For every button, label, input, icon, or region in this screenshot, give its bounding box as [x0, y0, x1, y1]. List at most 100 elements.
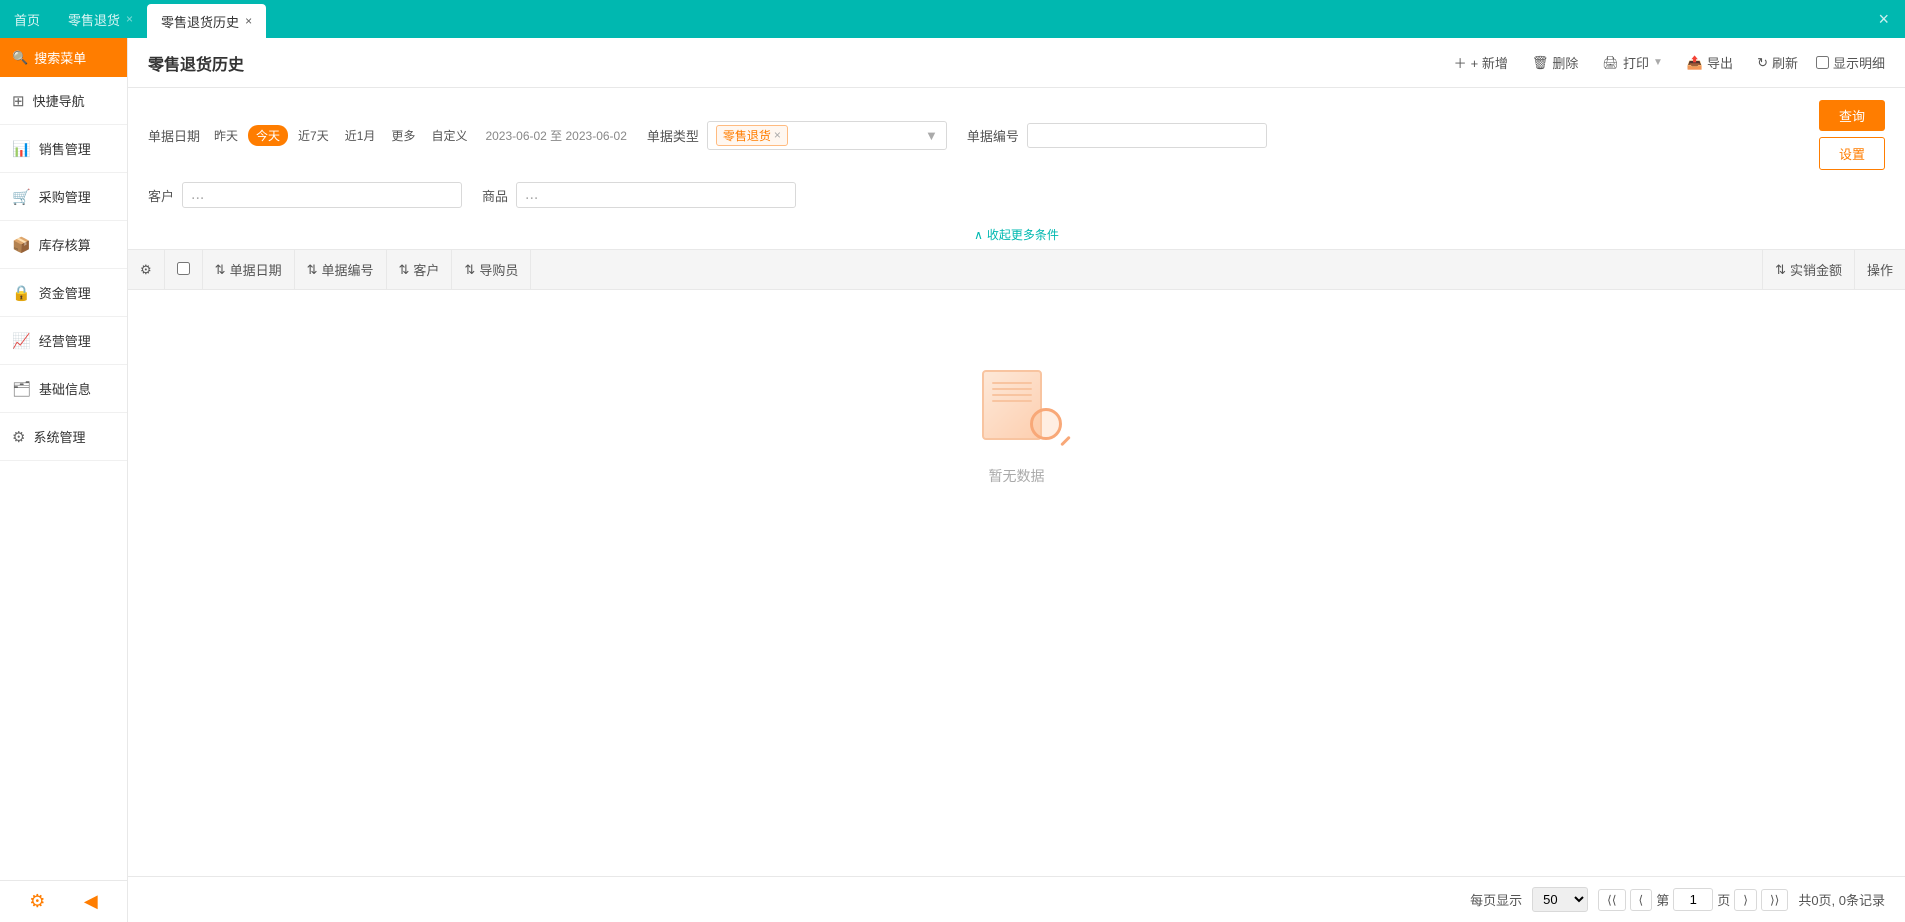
export-icon: 📤 — [1687, 55, 1703, 71]
date-opt-custom[interactable]: 自定义 — [425, 125, 473, 146]
tab-retail-return-close[interactable]: × — [126, 12, 133, 26]
page-nav: ⟨⟨ ⟨ 第 页 ⟩ ⟩⟩ — [1598, 888, 1788, 911]
sidebar-search[interactable]: 🔍 搜索菜单 — [0, 38, 127, 77]
sort-icon-guide: ⇅ — [464, 262, 475, 278]
print-button[interactable]: 🖨 打印 ▼ — [1596, 49, 1668, 76]
th-customer-label: 客户 — [413, 260, 439, 279]
export-button[interactable]: 📤 导出 — [1681, 49, 1739, 76]
sidebar-item-system[interactable]: ⚙ 系统管理 — [0, 413, 127, 461]
customer-label: 客户 — [148, 186, 174, 205]
th-guide-label: 导购员 — [479, 260, 518, 279]
goods-select[interactable]: ... — [516, 182, 796, 208]
sidebar-item-inventory[interactable]: 📦 库存核算 — [0, 221, 127, 269]
column-settings-icon[interactable]: ⚙ — [140, 262, 152, 278]
setting-button[interactable]: 设置 — [1819, 137, 1885, 170]
th-checkbox[interactable] — [164, 250, 202, 290]
sidebar-item-basic-label: 基础信息 — [39, 379, 91, 398]
operation-icon: 📈 — [12, 332, 31, 350]
tab-retail-return-label: 零售退货 — [68, 10, 120, 29]
first-page-button[interactable]: ⟨⟨ — [1598, 889, 1625, 911]
print-label: 打印 — [1623, 53, 1649, 72]
filter-doc-type: 单据类型 零售退货 × ▼ — [647, 121, 947, 150]
tab-home[interactable]: 首页 — [0, 0, 54, 38]
sidebar-item-finance-label: 资金管理 — [39, 283, 91, 302]
date-opt-yesterday[interactable]: 昨天 — [208, 125, 244, 146]
refresh-label: 刷新 — [1772, 53, 1798, 72]
collapse-filter-button[interactable]: ∧ 收起更多条件 — [148, 220, 1885, 249]
sidebar-search-label: 搜索菜单 — [34, 48, 86, 67]
table-area: ⚙ ⇅ 单据日期 — [128, 250, 1905, 876]
th-settings[interactable]: ⚙ — [128, 250, 164, 290]
export-label: 导出 — [1707, 53, 1733, 72]
sort-icon-customer: ⇅ — [399, 262, 410, 278]
empty-magnifier-shape — [1030, 408, 1062, 440]
empty-state: 暂无数据 — [128, 290, 1905, 566]
date-opt-7days[interactable]: 近7天 — [292, 125, 335, 146]
tab-retail-return[interactable]: 零售退货 × — [54, 0, 147, 38]
query-button[interactable]: 查询 — [1819, 100, 1885, 131]
content-area: 零售退货历史 ＋ + 新增 🗑 删除 🖨 打印 ▼ 📤 导出 — [128, 38, 1905, 922]
tab-retail-return-history-label: 零售退货历史 — [161, 12, 239, 31]
print-dropdown-icon: ▼ — [1653, 57, 1663, 68]
th-doc-no-label: 单据编号 — [321, 260, 373, 279]
th-doc-date: ⇅ 单据日期 — [202, 250, 294, 290]
filter-goods: 商品 ... — [482, 182, 796, 208]
refresh-icon: ↻ — [1757, 55, 1768, 71]
empty-text: 暂无数据 — [989, 466, 1045, 486]
window-close-button[interactable]: × — [1862, 9, 1905, 30]
goods-label: 商品 — [482, 186, 508, 205]
empty-icon — [972, 370, 1062, 450]
sidebar-item-sales[interactable]: 📊 销售管理 — [0, 125, 127, 173]
filter-customer: 客户 ... — [148, 182, 462, 208]
show-detail-checkbox[interactable] — [1816, 56, 1829, 69]
sidebar-item-purchase-label: 采购管理 — [39, 187, 91, 206]
show-detail-toggle[interactable]: 显示明细 — [1816, 53, 1885, 72]
delete-label: 删除 — [1552, 53, 1578, 72]
collapse-sidebar-icon[interactable]: ◀ — [84, 891, 98, 912]
doc-type-select[interactable]: 零售退货 × ▼ — [707, 121, 947, 150]
th-actual-amount: ⇅ 实销金额 — [1763, 250, 1855, 290]
doc-type-tag-value: 零售退货 — [723, 127, 771, 144]
refresh-button[interactable]: ↻ 刷新 — [1751, 49, 1804, 76]
delete-button[interactable]: 🗑 删除 — [1526, 49, 1585, 76]
new-button[interactable]: ＋ + 新增 — [1448, 49, 1514, 76]
tab-retail-return-history-close[interactable]: × — [245, 14, 252, 28]
doc-type-tag-remove[interactable]: × — [774, 128, 781, 142]
settings-bottom-icon[interactable]: ⚙ — [29, 891, 45, 912]
sidebar-item-operation[interactable]: 📈 经营管理 — [0, 317, 127, 365]
select-all-checkbox[interactable] — [177, 262, 190, 275]
sidebar-item-basic[interactable]: 🗂 基础信息 — [0, 365, 127, 413]
sort-icon-doc-date: ⇅ — [215, 262, 226, 278]
sidebar-item-quick-nav[interactable]: ⊞ 快捷导航 — [0, 77, 127, 125]
sort-icon-actual-amount: ⇅ — [1775, 262, 1786, 278]
customer-dots: ... — [191, 186, 204, 204]
table-header-row: ⚙ ⇅ 单据日期 — [128, 250, 1905, 290]
collapse-label: 收起更多条件 — [987, 226, 1059, 243]
date-opt-today[interactable]: 今天 — [248, 125, 288, 146]
page-header: 零售退货历史 ＋ + 新增 🗑 删除 🖨 打印 ▼ 📤 导出 — [128, 38, 1905, 88]
date-range-value: 2023-06-02 至 2023-06-02 — [485, 127, 626, 144]
sidebar-item-quick-nav-label: 快捷导航 — [33, 91, 85, 110]
doc-no-input[interactable] — [1027, 123, 1267, 148]
sidebar-item-purchase[interactable]: 🛒 采购管理 — [0, 173, 127, 221]
quick-nav-icon: ⊞ — [12, 92, 25, 110]
new-icon: ＋ — [1454, 53, 1467, 72]
main-layout: 🔍 搜索菜单 ⊞ 快捷导航 📊 销售管理 🛒 采购管理 📦 库存核算 🔒 资金管… — [0, 38, 1905, 922]
tab-retail-return-history[interactable]: 零售退货历史 × — [147, 4, 266, 38]
sidebar-bottom: ⚙ ◀ — [0, 880, 127, 922]
next-page-button[interactable]: ⟩ — [1734, 889, 1757, 911]
page-input[interactable] — [1673, 888, 1713, 911]
last-page-button[interactable]: ⟩⟩ — [1761, 889, 1788, 911]
filter-row-1: 单据日期 昨天 今天 近7天 近1月 更多 自定义 2023-06-02 至 2… — [148, 100, 1885, 170]
sidebar-item-finance[interactable]: 🔒 资金管理 — [0, 269, 127, 317]
date-opt-more[interactable]: 更多 — [385, 125, 421, 146]
delete-icon: 🗑 — [1532, 55, 1549, 71]
prev-page-button[interactable]: ⟨ — [1630, 889, 1653, 911]
customer-select[interactable]: ... — [182, 182, 462, 208]
page-label: 页 — [1717, 890, 1730, 909]
date-opt-1month[interactable]: 近1月 — [339, 125, 382, 146]
page-size-label: 每页显示 — [1470, 890, 1522, 909]
page-size-select[interactable]: 50 100 200 — [1532, 887, 1588, 912]
pagination-bar: 每页显示 50 100 200 ⟨⟨ ⟨ 第 页 ⟩ ⟩⟩ 共0页, 0条记录 — [128, 876, 1905, 922]
inventory-icon: 📦 — [12, 236, 31, 254]
